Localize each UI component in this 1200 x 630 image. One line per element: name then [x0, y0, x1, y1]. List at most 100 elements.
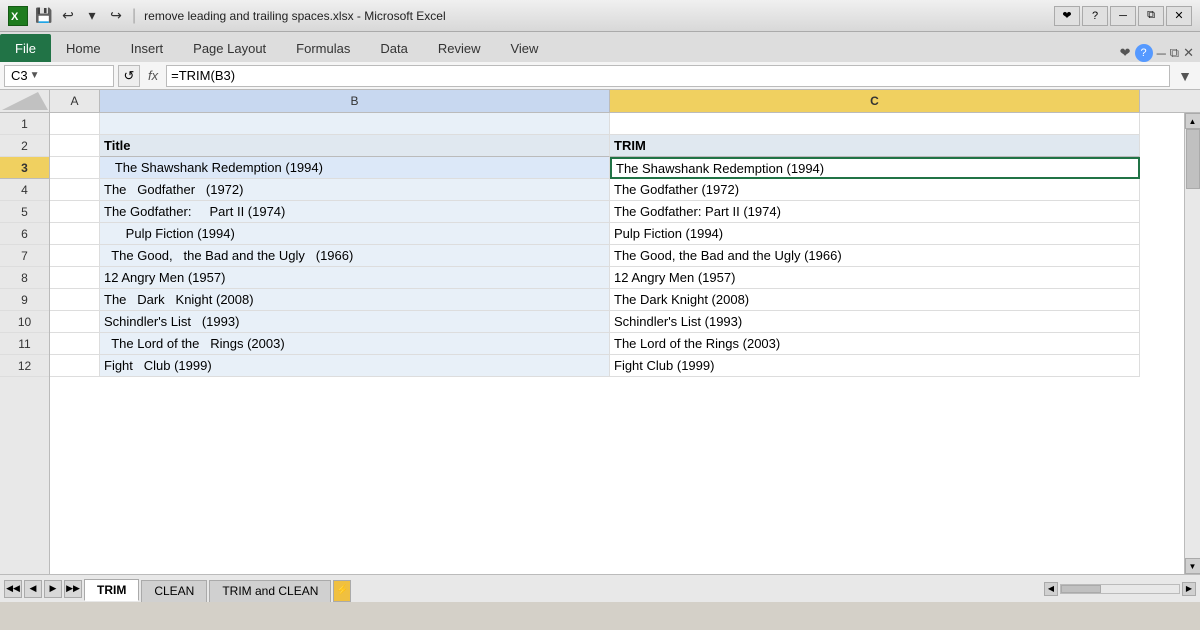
row-num-4[interactable]: 4: [0, 179, 49, 201]
cell-c9[interactable]: The Dark Knight (2008): [610, 289, 1140, 311]
row-num-10[interactable]: 10: [0, 311, 49, 333]
cell-a10[interactable]: [50, 311, 100, 333]
redo-btn[interactable]: ↪: [106, 6, 126, 26]
scroll-h-thumb[interactable]: [1061, 585, 1101, 593]
name-box-dropdown[interactable]: ▼: [30, 70, 40, 81]
cell-b8[interactable]: 12 Angry Men (1957): [100, 267, 610, 289]
cell-a6[interactable]: [50, 223, 100, 245]
row-num-6[interactable]: 6: [0, 223, 49, 245]
scroll-right-btn[interactable]: ▶: [1182, 582, 1196, 596]
cell-c10[interactable]: Schindler's List (1993): [610, 311, 1140, 333]
tab-home[interactable]: Home: [51, 34, 116, 62]
row-num-12[interactable]: 12: [0, 355, 49, 377]
cell-a1[interactable]: [50, 113, 100, 135]
cell-b12[interactable]: Fight Club (1999): [100, 355, 610, 377]
cell-c8[interactable]: 12 Angry Men (1957): [610, 267, 1140, 289]
tab-review[interactable]: Review: [423, 34, 496, 62]
tab-nav-next[interactable]: ▶: [44, 580, 62, 598]
tab-insert[interactable]: Insert: [116, 34, 179, 62]
tab-nav-first[interactable]: ◀◀: [4, 580, 22, 598]
cell-b10[interactable]: Schindler's List (1993): [100, 311, 610, 333]
tab-file[interactable]: File: [0, 34, 51, 62]
row-num-2[interactable]: 2: [0, 135, 49, 157]
svg-text:X: X: [11, 11, 19, 23]
save-quick-btn[interactable]: 💾: [34, 6, 54, 26]
scroll-left-btn[interactable]: ◀: [1044, 582, 1058, 596]
cell-c12[interactable]: Fight Club (1999): [610, 355, 1140, 377]
tab-nav-last[interactable]: ▶▶: [64, 580, 82, 598]
cell-b3[interactable]: The Shawshank Redemption (1994): [100, 157, 610, 179]
cell-b2[interactable]: Title: [100, 135, 610, 157]
tab-page-layout[interactable]: Page Layout: [178, 34, 281, 62]
col-header-a[interactable]: A: [50, 90, 100, 112]
tab-view[interactable]: View: [495, 34, 553, 62]
cell-c11[interactable]: The Lord of the Rings (2003): [610, 333, 1140, 355]
ribbon-close-icon[interactable]: ✕: [1183, 45, 1194, 61]
cell-a9[interactable]: [50, 289, 100, 311]
col-header-b[interactable]: B: [100, 90, 610, 112]
restore-btn[interactable]: ⧉: [1138, 6, 1164, 26]
name-box[interactable]: C3 ▼: [4, 65, 114, 87]
cell-c5[interactable]: The Godfather: Part II (1974): [610, 201, 1140, 223]
ribbon-help-icon[interactable]: ?: [1135, 44, 1153, 62]
cell-a2[interactable]: [50, 135, 100, 157]
ribbon-min-icon[interactable]: ─: [1157, 46, 1166, 61]
cell-c1[interactable]: [610, 113, 1140, 135]
scroll-down-btn[interactable]: ▼: [1185, 558, 1200, 574]
vertical-scrollbar[interactable]: ▲ ▼: [1184, 113, 1200, 574]
sheet-tab-trim-clean[interactable]: TRIM and CLEAN: [209, 580, 331, 602]
cell-a3[interactable]: [50, 157, 100, 179]
ribbon-restore-icon[interactable]: ⧉: [1170, 45, 1179, 61]
scroll-up-btn[interactable]: ▲: [1185, 113, 1200, 129]
undo-arrow-btn[interactable]: ▾: [82, 6, 102, 26]
help-circle-btn[interactable]: ?: [1082, 6, 1108, 26]
cell-b6[interactable]: Pulp Fiction (1994): [100, 223, 610, 245]
formula-input[interactable]: [166, 65, 1170, 87]
scroll-h-track[interactable]: [1060, 584, 1180, 594]
sheet-tab-trim[interactable]: TRIM: [84, 579, 139, 601]
scroll-thumb-v[interactable]: [1186, 129, 1200, 189]
cell-c3[interactable]: The Shawshank Redemption (1994): [610, 157, 1140, 179]
cell-a7[interactable]: [50, 245, 100, 267]
cell-c7[interactable]: The Good, the Bad and the Ugly (1966): [610, 245, 1140, 267]
close-btn[interactable]: ✕: [1166, 6, 1192, 26]
formula-refresh-btn[interactable]: ↺: [118, 65, 140, 87]
cell-c4[interactable]: The Godfather (1972): [610, 179, 1140, 201]
ribbon-heart-icon[interactable]: ❤: [1120, 45, 1131, 61]
row-num-9[interactable]: 9: [0, 289, 49, 311]
cell-b11[interactable]: The Lord of the Rings (2003): [100, 333, 610, 355]
cell-c2[interactable]: TRIM: [610, 135, 1140, 157]
cell-b9[interactable]: The Dark Knight (2008): [100, 289, 610, 311]
help-btn[interactable]: ❤: [1054, 6, 1080, 26]
cell-b1[interactable]: [100, 113, 610, 135]
cell-c6[interactable]: Pulp Fiction (1994): [610, 223, 1140, 245]
cell-a12[interactable]: [50, 355, 100, 377]
cell-a4[interactable]: [50, 179, 100, 201]
tab-formulas[interactable]: Formulas: [281, 34, 365, 62]
horizontal-scroll[interactable]: ◀ ▶: [1044, 582, 1196, 596]
col-header-c[interactable]: C: [610, 90, 1140, 112]
undo-btn[interactable]: ↩: [58, 6, 78, 26]
formula-expand-btn[interactable]: ▼: [1174, 68, 1196, 84]
tab-data[interactable]: Data: [365, 34, 422, 62]
row-num-11[interactable]: 11: [0, 333, 49, 355]
row-num-1[interactable]: 1: [0, 113, 49, 135]
row-num-8[interactable]: 8: [0, 267, 49, 289]
cell-b4[interactable]: The Godfather (1972): [100, 179, 610, 201]
row-num-3[interactable]: 3: [0, 157, 49, 179]
spreadsheet: A B C 1 2 3 4 5 6 7 8 9 10 11 12: [0, 90, 1200, 602]
cell-a11[interactable]: [50, 333, 100, 355]
name-box-value: C3: [11, 68, 28, 83]
cell-a8[interactable]: [50, 267, 100, 289]
row-num-5[interactable]: 5: [0, 201, 49, 223]
sheet-tab-icon[interactable]: ⚡: [333, 580, 351, 602]
sheet-tab-clean[interactable]: CLEAN: [141, 580, 207, 602]
tab-nav-prev[interactable]: ◀: [24, 580, 42, 598]
scroll-track-v[interactable]: [1186, 129, 1200, 558]
title-bar: X 💾 ↩ ▾ ↪ | remove leading and trailing …: [0, 0, 1200, 32]
cell-a5[interactable]: [50, 201, 100, 223]
cell-b7[interactable]: The Good, the Bad and the Ugly (1966): [100, 245, 610, 267]
minimize-btn[interactable]: ─: [1110, 6, 1136, 26]
cell-b5[interactable]: The Godfather: Part II (1974): [100, 201, 610, 223]
row-num-7[interactable]: 7: [0, 245, 49, 267]
